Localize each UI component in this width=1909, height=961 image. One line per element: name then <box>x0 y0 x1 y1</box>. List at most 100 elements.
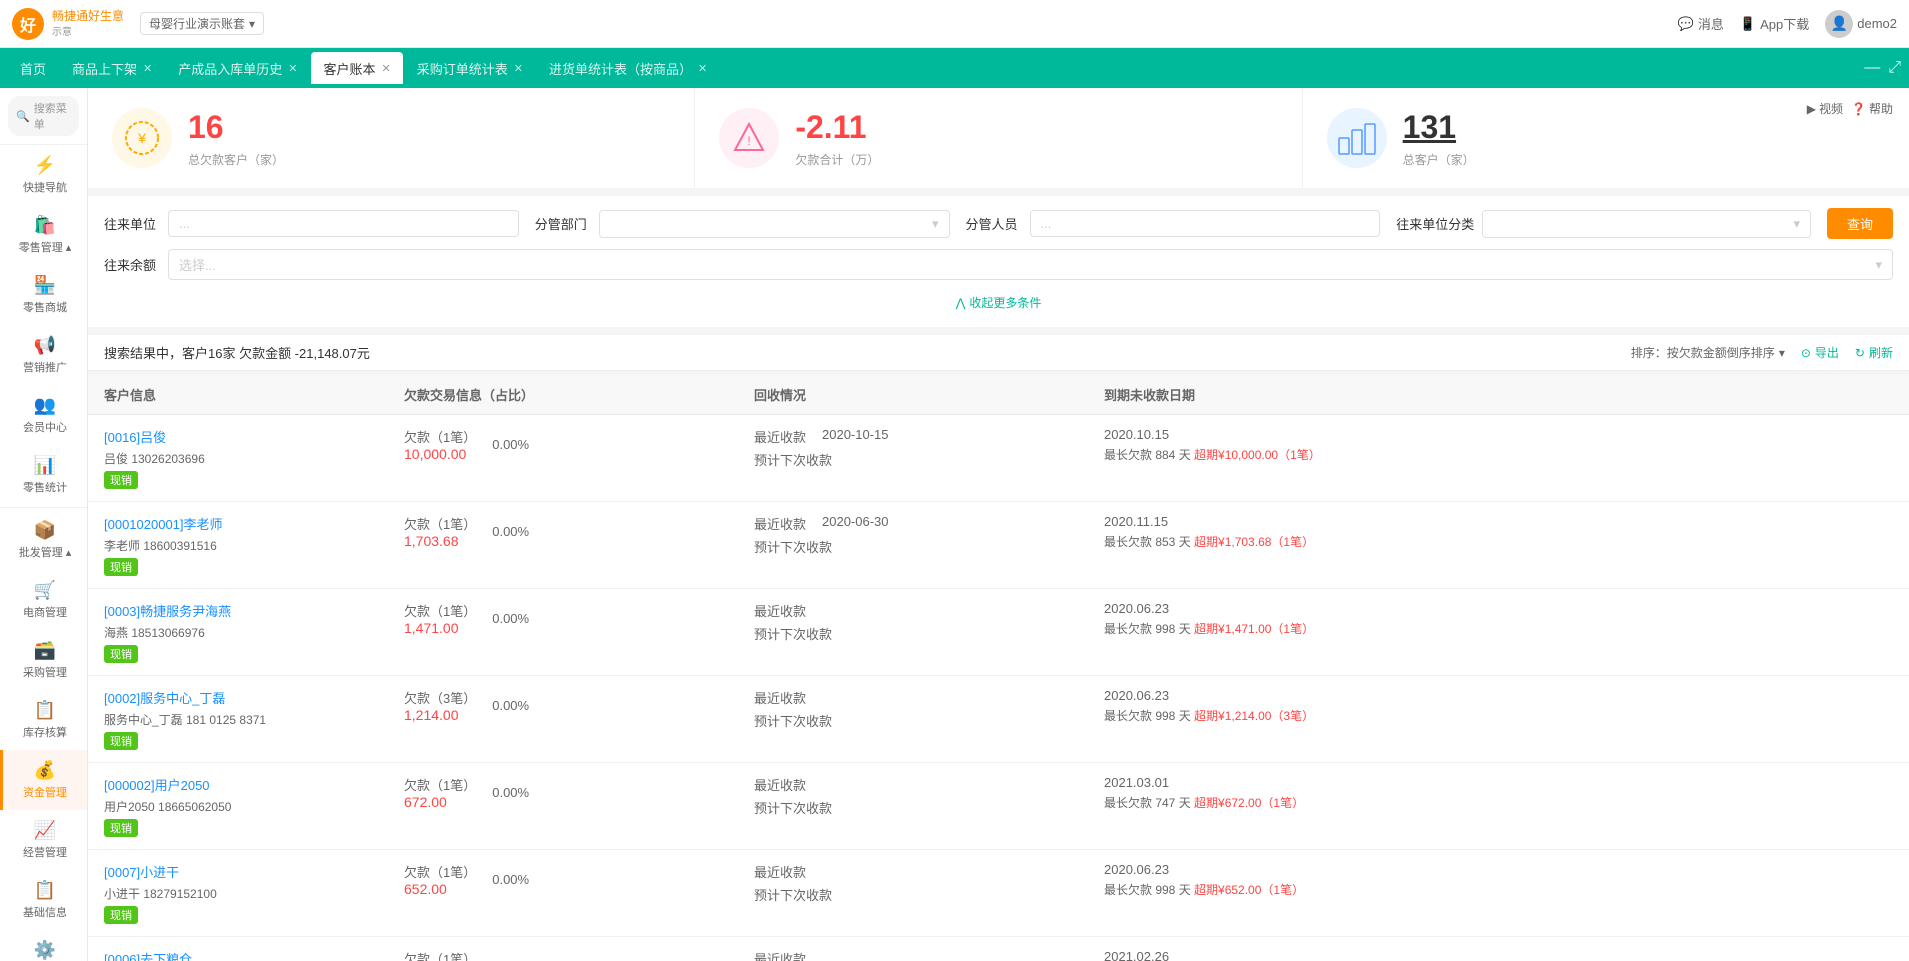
industry-selector[interactable]: 母婴行业演示账套 ▾ <box>140 12 264 35</box>
debt-count-4: 欠款（1笔） <box>404 775 476 794</box>
sidebar-item-retail-mall[interactable]: 🏪 零售商城 <box>0 265 87 325</box>
content-area: ¥ 16 总欠款客户（家） ! -2.11 欠款合计（万） <box>88 88 1909 961</box>
debt-amount-3[interactable]: 1,214.00 <box>404 707 476 723</box>
customer-tag-4: 现销 <box>104 819 138 837</box>
collapse-label: 收起更多条件 <box>969 294 1041 311</box>
overdue-link-0[interactable]: 超期¥10,000.00（1笔） <box>1194 448 1321 462</box>
sidebar-item-retail-mgmt[interactable]: 🛍️ 零售管理 ▴ <box>0 205 87 265</box>
expand-icon[interactable]: ⤢ <box>1888 59 1901 77</box>
tab-product-history-close[interactable]: ✕ <box>288 62 297 75</box>
customer-phone-5: 小进干 18279152100 <box>104 885 404 902</box>
tab-inbound-stats[interactable]: 进货单统计表（按商品） ✕ <box>537 52 719 84</box>
tab-customer-account[interactable]: 客户账本 ✕ <box>311 52 402 84</box>
sidebar-item-quick-nav[interactable]: ⚡ 快捷导航 <box>0 145 87 205</box>
debt-amount-0[interactable]: 10,000.00 <box>404 446 476 462</box>
filter-unit-category: 往来单位分类 ▾ <box>1396 210 1811 238</box>
debt-info-6: 欠款（1笔） 455.90 0.00% <box>404 949 754 961</box>
sidebar-item-system[interactable]: ⚙️ 系统管理 <box>0 930 87 961</box>
debt-info-5: 欠款（1笔） 652.00 0.00% <box>404 862 754 897</box>
tab-customer-account-label: 客户账本 <box>323 59 375 78</box>
sidebar-item-operation[interactable]: 📈 经营管理 <box>0 810 87 870</box>
recovery-info-2: 最近收款 预计下次收款 <box>754 601 1104 643</box>
overdue-date-3: 2020.06.23 <box>1104 688 1893 703</box>
overdue-detail-1: 最长欠款 853 天 超期¥1,703.68（1笔） <box>1104 533 1893 550</box>
user-menu[interactable]: 👤 demo2 <box>1825 10 1897 38</box>
tab-product-off-close[interactable]: ✕ <box>143 62 152 75</box>
customer-name-0[interactable]: [0016]吕俊 <box>104 427 404 446</box>
sidebar-search-box[interactable]: 🔍 搜索菜单 <box>8 96 79 136</box>
app-download-btn[interactable]: 📱 App下载 <box>1740 14 1809 33</box>
customer-info-6: [0006]去下粮仓 陈小南 现销 <box>104 949 404 961</box>
sidebar-item-retail-stats[interactable]: 📊 零售统计 <box>0 445 87 505</box>
video-btn[interactable]: ▶ 视频 <box>1807 100 1843 117</box>
customer-name-1[interactable]: [0001020001]李老师 <box>104 514 404 533</box>
tab-product-history[interactable]: 产成品入库单历史 ✕ <box>166 52 309 84</box>
tab-inbound-stats-close[interactable]: ✕ <box>698 62 707 75</box>
stat-info-debt: 16 总欠款客户（家） <box>188 108 284 167</box>
collapse-button[interactable]: ⋀ 收起更多条件 <box>104 290 1893 315</box>
sidebar-item-basic[interactable]: 📋 基础信息 <box>0 870 87 930</box>
debt-percent-3: 0.00% <box>492 698 529 713</box>
sidebar-item-purchase[interactable]: 🗃️ 采购管理 <box>0 630 87 690</box>
debt-amount-2[interactable]: 1,471.00 <box>404 620 476 636</box>
overdue-link-2[interactable]: 超期¥1,471.00（1笔） <box>1194 622 1314 636</box>
stat-icon-total-customers <box>1327 108 1387 168</box>
overdue-link-5[interactable]: 超期¥652.00（1笔） <box>1194 883 1304 897</box>
customer-name-5[interactable]: [0007]小进干 <box>104 862 404 881</box>
customer-name-3[interactable]: [0002]服务中心_丁磊 <box>104 688 404 707</box>
table-row: [0001020001]李老师 李老师 18600391516 现销 欠款（1笔… <box>88 502 1909 589</box>
overdue-detail-0: 最长欠款 884 天 超期¥10,000.00（1笔） <box>1104 446 1893 463</box>
tab-product-off[interactable]: 商品上下架 ✕ <box>60 52 164 84</box>
overdue-info-5: 2020.06.23 最长欠款 998 天 超期¥652.00（1笔） <box>1104 862 1893 898</box>
sidebar-item-inventory[interactable]: 📋 库存核算 <box>0 690 87 750</box>
filter-source-unit: 往来单位 ... <box>104 210 519 237</box>
overdue-info-4: 2021.03.01 最长欠款 747 天 超期¥672.00（1笔） <box>1104 775 1893 811</box>
dept-select[interactable]: ▾ <box>599 210 950 238</box>
unit-category-select[interactable]: ▾ <box>1482 210 1811 238</box>
sidebar-batch-mgmt-label: 批发管理 ▴ <box>19 544 72 560</box>
tab-home[interactable]: 首页 <box>8 52 58 84</box>
debt-amount-4[interactable]: 672.00 <box>404 794 476 810</box>
svg-text:¥: ¥ <box>137 130 146 146</box>
overdue-detail-4: 最长欠款 747 天 超期¥672.00（1笔） <box>1104 794 1893 811</box>
last-collection-date-1: 2020-06-30 <box>822 514 889 533</box>
sidebar-item-ecommerce[interactable]: 🛒 电商管理 <box>0 570 87 630</box>
customer-name-6[interactable]: [0006]去下粮仓 <box>104 949 404 961</box>
sidebar-purchase-label: 采购管理 <box>23 664 67 680</box>
help-btn[interactable]: ❓ 帮助 <box>1851 100 1893 117</box>
refresh-btn[interactable]: ↻ 刷新 <box>1855 344 1893 361</box>
app-subtitle: 示意 <box>52 23 124 38</box>
debt-amount-1[interactable]: 1,703.68 <box>404 533 476 549</box>
sidebar-item-finance[interactable]: 💰 资金管理 <box>0 750 87 810</box>
message-icon: 💬 <box>1678 16 1694 32</box>
manager-input[interactable]: ... <box>1030 210 1381 237</box>
search-button[interactable]: 查询 <box>1827 208 1893 239</box>
overdue-link-4[interactable]: 超期¥672.00（1笔） <box>1194 796 1304 810</box>
filter-manager: 分管人员 ... <box>966 210 1381 237</box>
sidebar-item-marketing[interactable]: 📢 营销推广 <box>0 325 87 385</box>
minimize-icon[interactable]: — <box>1864 59 1880 77</box>
balance-select[interactable]: 选择... ▾ <box>168 249 1893 280</box>
tab-customer-account-close[interactable]: ✕ <box>382 62 391 75</box>
tab-purchase-order[interactable]: 采购订单统计表 ✕ <box>405 52 535 84</box>
sort-selector[interactable]: 排序：按欠款金额倒序排序 ▾ <box>1631 344 1785 361</box>
dropdown-arrow-icon: ▾ <box>249 17 255 31</box>
source-unit-input[interactable]: ... <box>168 210 519 237</box>
tab-purchase-order-close[interactable]: ✕ <box>514 62 523 75</box>
export-btn[interactable]: ⊙ 导出 <box>1801 344 1839 361</box>
tab-product-history-label: 产成品入库单历史 <box>178 59 282 78</box>
stat-top-actions: ▶ 视频 ❓ 帮助 <box>1807 100 1893 117</box>
customer-name-2[interactable]: [0003]畅捷服务尹海燕 <box>104 601 404 620</box>
recovery-next-0: 预计下次收款 <box>754 450 1104 469</box>
overdue-detail-2: 最长欠款 998 天 超期¥1,471.00（1笔） <box>1104 620 1893 637</box>
result-summary-text: 搜索结果中，客户16家 欠款金额 -21,148.07元 <box>104 346 370 361</box>
overdue-link-3[interactable]: 超期¥1,214.00（3笔） <box>1194 709 1314 723</box>
debt-amount-5[interactable]: 652.00 <box>404 881 476 897</box>
recovery-row-3: 最近收款 <box>754 688 1104 707</box>
sidebar-item-batch-mgmt[interactable]: 📦 批发管理 ▴ <box>0 510 87 570</box>
sidebar-item-member[interactable]: 👥 会员中心 <box>0 385 87 445</box>
customer-name-4[interactable]: [000002]用户2050 <box>104 775 404 794</box>
overdue-link-1[interactable]: 超期¥1,703.68（1笔） <box>1194 535 1314 549</box>
message-btn[interactable]: 💬 消息 <box>1678 14 1724 33</box>
sidebar: 🔍 搜索菜单 ⚡ 快捷导航 🛍️ 零售管理 ▴ 🏪 零售商城 📢 营销推广 👥 <box>0 88 88 961</box>
